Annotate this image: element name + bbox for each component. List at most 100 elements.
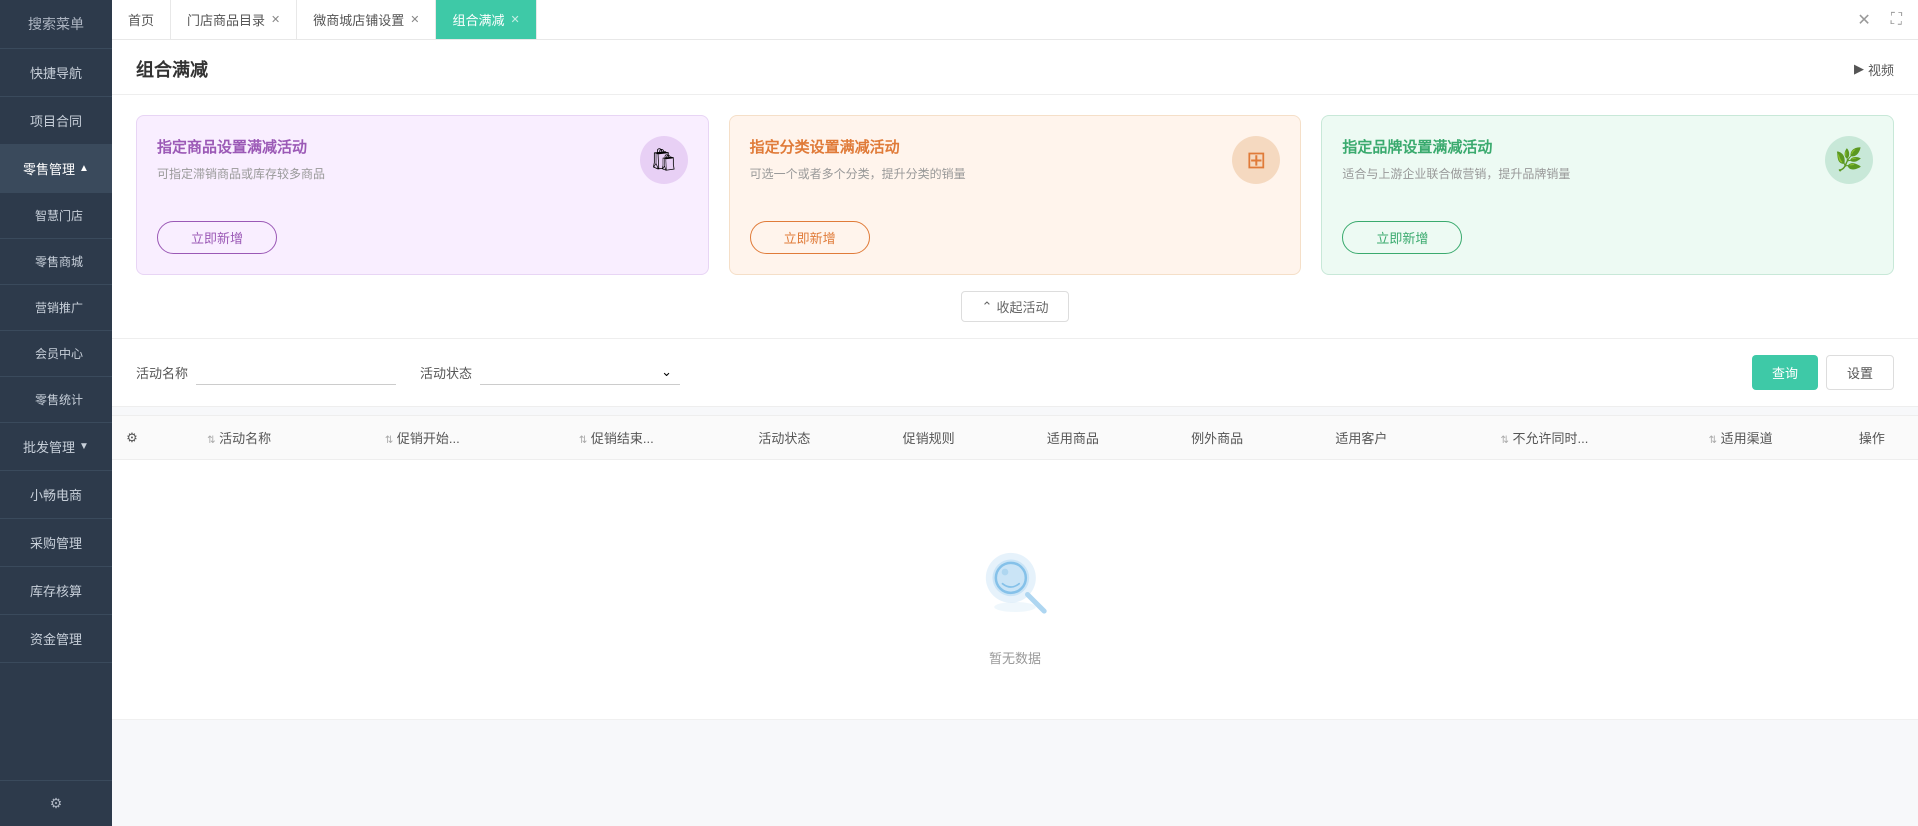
tab-wechat-store[interactable]: 微商城店铺设置 ✕ (297, 0, 436, 39)
sidebar-item-retail-stats[interactable]: 零售统计 (0, 377, 112, 423)
close-window-button[interactable]: ✕ (1851, 8, 1876, 32)
tab-store-catalog-close[interactable]: ✕ (271, 13, 280, 26)
product-promo-card: 🛍 指定商品设置满减活动 可指定滞销商品或库存较多商品 立即新增 (136, 115, 709, 275)
video-label: 视频 (1868, 60, 1894, 79)
sidebar-item-retail-mall[interactable]: 零售商城 (0, 239, 112, 285)
table-col-operation: 操作 (1826, 416, 1918, 460)
col-label: 促销结束... (591, 431, 654, 446)
table-col-exception-goods: 例外商品 (1145, 416, 1289, 460)
tab-combo-promo-label: 组合满减 (452, 10, 504, 29)
tab-store-catalog-label: 门店商品目录 (187, 10, 265, 29)
query-button[interactable]: 查询 (1752, 355, 1818, 390)
sidebar-item-wholesale-mgmt[interactable]: 批发管理 ▼ (0, 423, 112, 471)
col-label: 操作 (1859, 431, 1885, 446)
play-icon: ▶ (1854, 61, 1864, 77)
collapse-activity-button[interactable]: ⌃ 收起活动 (961, 291, 1070, 322)
category-promo-desc: 可选一个或者多个分类，提升分类的销量 (750, 165, 1281, 205)
sidebar-item-project-contract[interactable]: 项目合同 (0, 97, 112, 145)
tab-combo-promo-close[interactable]: ✕ (511, 13, 520, 26)
video-link[interactable]: ▶ 视频 (1854, 60, 1894, 79)
activity-name-input[interactable] (196, 361, 396, 385)
maximize-window-button[interactable]: ⛶ (1885, 9, 1908, 31)
table-col-settings[interactable]: ⚙ (112, 416, 152, 460)
sidebar-item-label: 零售管理 (23, 159, 75, 178)
sidebar: 搜索菜单 快捷导航 项目合同 零售管理 ▲ 智慧门店 零售商城 营销推广 会员中… (0, 0, 112, 826)
gear-icon: ⚙ (126, 430, 138, 445)
tab-store-catalog[interactable]: 门店商品目录 ✕ (171, 0, 297, 39)
sidebar-item-member-center[interactable]: 会员中心 (0, 331, 112, 377)
sidebar-item-retail-mgmt[interactable]: 零售管理 ▲ (0, 145, 112, 193)
sidebar-item-label: 批发管理 (23, 437, 75, 456)
sidebar-item-inventory[interactable]: 库存核算 (0, 567, 112, 615)
tab-wechat-store-close[interactable]: ✕ (410, 13, 419, 26)
activity-name-field: 活动名称 (136, 361, 396, 385)
settings-button[interactable]: ⚙ (0, 780, 112, 826)
chevron-up-icon: ▲ (79, 163, 89, 174)
col-sort-icon: ⇅ (207, 435, 215, 446)
page-content: 组合满减 ▶ 视频 🛍 指定商品设置满减活动 可指定滞销商品或库存较多商品 立即… (112, 40, 1918, 826)
chevron-down-icon: ▼ (79, 441, 89, 452)
col-label: 适用客户 (1335, 431, 1387, 446)
chevron-up-icon: ⌃ (982, 299, 993, 315)
category-promo-card: ⊞ 指定分类设置满减活动 可选一个或者多个分类，提升分类的销量 立即新增 (729, 115, 1302, 275)
product-promo-add-button[interactable]: 立即新增 (157, 221, 277, 254)
col-label: 适用商品 (1047, 431, 1099, 446)
table-col-promo-start[interactable]: ⇅ 促销开始... (324, 416, 518, 460)
search-bar: 活动名称 活动状态 ⌄ 查询 设置 (112, 339, 1918, 407)
col-label: 促销开始... (397, 431, 460, 446)
promo-cards-area: 🛍 指定商品设置满减活动 可指定滞销商品或库存较多商品 立即新增 ⊞ 指定分类设… (112, 95, 1918, 279)
chevron-down-icon: ⌄ (661, 364, 672, 380)
product-promo-desc: 可指定滞销商品或库存较多商品 (157, 165, 688, 205)
product-promo-title: 指定商品设置满减活动 (157, 136, 688, 157)
col-sort-icon: ⇅ (1501, 435, 1509, 446)
sidebar-item-marketing[interactable]: 营销推广 (0, 285, 112, 331)
category-promo-title: 指定分类设置满减活动 (750, 136, 1281, 157)
table-col-applicable-goods: 适用商品 (1001, 416, 1145, 460)
activity-status-field: 活动状态 ⌄ (420, 360, 680, 385)
product-promo-icon: 🛍 (640, 136, 688, 184)
table-col-no-concurrent[interactable]: ⇅ 不允许同时... (1433, 416, 1653, 460)
activity-name-label: 活动名称 (136, 363, 188, 382)
col-sort-icon: ⇅ (1709, 435, 1717, 446)
table-col-activity-name[interactable]: ⇅ 活动名称 (152, 416, 324, 460)
empty-icon (965, 532, 1065, 632)
brand-promo-add-button[interactable]: 立即新增 (1342, 221, 1462, 254)
main-content: 首页 门店商品目录 ✕ 微商城店铺设置 ✕ 组合满减 ✕ ✕ ⛶ 组合满减 ▶ … (112, 0, 1918, 826)
brand-promo-icon: 🌿 (1825, 136, 1873, 184)
activity-status-select[interactable]: ⌄ (480, 360, 680, 385)
col-label: 促销规则 (903, 431, 955, 446)
table-col-activity-status: 活动状态 (712, 416, 856, 460)
category-promo-icon: ⊞ (1232, 136, 1280, 184)
tab-home[interactable]: 首页 (112, 0, 171, 39)
tab-wechat-store-label: 微商城店铺设置 (313, 10, 404, 29)
col-label: 活动名称 (219, 431, 271, 446)
activity-status-label: 活动状态 (420, 363, 472, 382)
page-title: 组合满减 (136, 56, 208, 82)
search-actions: 查询 设置 (1752, 355, 1894, 390)
sidebar-item-smart-store[interactable]: 智慧门店 (0, 193, 112, 239)
col-sort-icon: ⇅ (579, 435, 587, 446)
sidebar-item-xiaochang[interactable]: 小畅电商 (0, 471, 112, 519)
table-col-applicable-customer: 适用客户 (1289, 416, 1433, 460)
sidebar-item-quick-nav[interactable]: 快捷导航 (0, 49, 112, 97)
brand-promo-desc: 适合与上游企业联合做营销，提升品牌销量 (1342, 165, 1873, 205)
tab-home-label: 首页 (128, 10, 154, 29)
col-label: 不允许同时... (1513, 431, 1589, 446)
table-area: ⚙ ⇅ 活动名称 ⇅ 促销开始... ⇅ 促销结束... (112, 415, 1918, 720)
tab-combo-promo[interactable]: 组合满减 ✕ (436, 0, 536, 39)
col-label: 例外商品 (1191, 431, 1243, 446)
settings-config-button[interactable]: 设置 (1826, 355, 1894, 390)
tab-bar: 首页 门店商品目录 ✕ 微商城店铺设置 ✕ 组合满减 ✕ ✕ ⛶ (112, 0, 1918, 40)
col-label: 活动状态 (758, 431, 810, 446)
empty-text: 暂无数据 (989, 648, 1041, 667)
sidebar-item-capital-mgmt[interactable]: 资金管理 (0, 615, 112, 663)
page-header: 组合满减 ▶ 视频 (112, 40, 1918, 95)
empty-state: 暂无数据 (122, 472, 1908, 707)
sidebar-item-purchase-mgmt[interactable]: 采购管理 (0, 519, 112, 567)
sidebar-search[interactable]: 搜索菜单 (0, 0, 112, 49)
table-col-applicable-channel[interactable]: ⇅ 适用渠道 (1653, 416, 1825, 460)
table-col-promo-end[interactable]: ⇅ 促销结束... (518, 416, 712, 460)
collapse-bar: ⌃ 收起活动 (112, 279, 1918, 339)
tab-actions: ✕ ⛶ (1851, 8, 1918, 32)
category-promo-add-button[interactable]: 立即新增 (750, 221, 870, 254)
